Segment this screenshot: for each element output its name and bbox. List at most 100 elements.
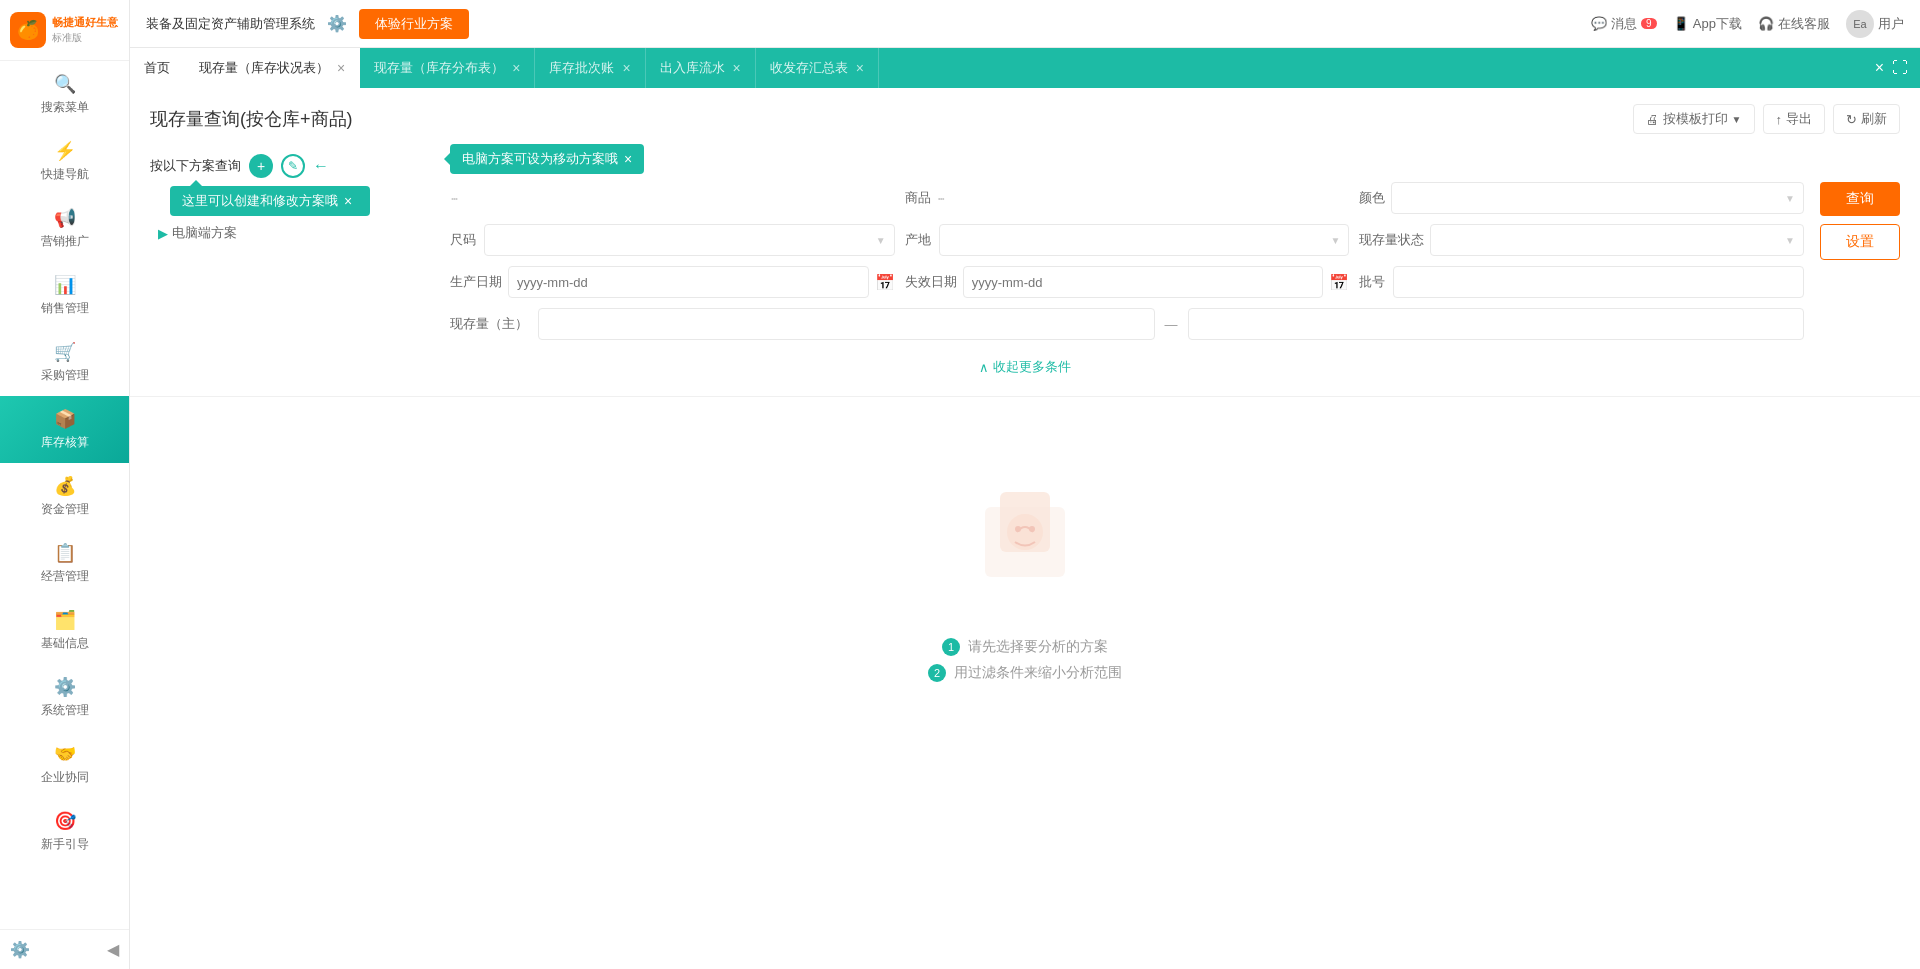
- query-btn[interactable]: 查询: [1820, 182, 1900, 216]
- tab-collect[interactable]: 收发存汇总表 ×: [756, 48, 879, 88]
- sidebar-item-quick[interactable]: ⚡ 快捷导航: [0, 128, 129, 195]
- scheme-edit-btn[interactable]: ✎: [281, 154, 305, 178]
- stock-main-label: 现存量（主）: [450, 315, 528, 333]
- tab-inventory-status-close[interactable]: ×: [337, 60, 345, 76]
- tab-batch-close[interactable]: ×: [622, 60, 630, 76]
- refresh-btn[interactable]: ↻ 刷新: [1833, 104, 1900, 134]
- page-inner: 现存量查询(按仓库+商品) 🖨 按模板打印 ▼ ↑ 导出 ↻ 刷新: [130, 88, 1920, 969]
- empty-illustration: [965, 477, 1085, 618]
- sidebar-item-marketing[interactable]: 📢 营销推广: [0, 195, 129, 262]
- basic-nav-icon: 🗂️: [54, 609, 76, 631]
- sidebar-item-search[interactable]: 🔍 搜索菜单: [0, 61, 129, 128]
- size-select[interactable]: ▼: [484, 224, 895, 256]
- tab-inout-close[interactable]: ×: [733, 60, 741, 76]
- goods-dots[interactable]: ···: [937, 188, 943, 209]
- collapse-icon: ∧: [979, 360, 989, 375]
- tab-batch[interactable]: 库存批次账 ×: [535, 48, 645, 88]
- refresh-icon: ↻: [1846, 112, 1857, 127]
- sidebar-item-enterprise[interactable]: 🤝 企业协同: [0, 731, 129, 798]
- reset-btn[interactable]: 设置: [1820, 224, 1900, 260]
- color-select[interactable]: ▼: [1391, 182, 1804, 214]
- size-filter: 尺码 ▼: [450, 224, 895, 256]
- sidebar-item-purchase[interactable]: 🛒 采购管理: [0, 329, 129, 396]
- sidebar-label-basic: 基础信息: [41, 635, 89, 652]
- tab-inventory-dist-close[interactable]: ×: [512, 60, 520, 76]
- tooltip1-close[interactable]: ×: [624, 151, 632, 167]
- print-icon: 🖨: [1646, 112, 1659, 127]
- origin-arrow-icon: ▼: [1330, 235, 1340, 246]
- tab-inout[interactable]: 出入库流水 ×: [646, 48, 756, 88]
- inventory-nav-icon: 📦: [54, 408, 76, 430]
- sidebar-bottom: ⚙️ ◀: [0, 929, 129, 969]
- settings-bottom-icon[interactable]: ⚙️: [10, 940, 30, 959]
- message-btn[interactable]: 💬 消息 9: [1591, 15, 1657, 33]
- sidebar-item-finance[interactable]: 💰 资金管理: [0, 463, 129, 530]
- collapse-filter-btn[interactable]: ∧ 收起更多条件: [150, 350, 1900, 384]
- scheme-add-btn[interactable]: +: [249, 154, 273, 178]
- exp-date-input[interactable]: [963, 266, 1324, 298]
- filter-label: 按以下方案查询: [150, 157, 241, 175]
- sidebar-item-guide[interactable]: 🎯 新手引导: [0, 798, 129, 865]
- sidebar-label-enterprise: 企业协同: [41, 769, 89, 786]
- prod-date-input[interactable]: [508, 266, 869, 298]
- export-btn[interactable]: ↑ 导出: [1763, 104, 1826, 134]
- prod-date-icon[interactable]: 📅: [875, 273, 895, 292]
- message-icon: 💬: [1591, 16, 1607, 31]
- prod-date-filter: 生产日期 📅: [450, 266, 895, 298]
- sidebar-nav: 🔍 搜索菜单 ⚡ 快捷导航 📢 营销推广 📊 销售管理 🛒 采购管理 📦 库存核…: [0, 61, 129, 929]
- search-nav-icon: 🔍: [54, 73, 76, 95]
- stock-status-filter: 现存量状态 ▼: [1359, 224, 1804, 256]
- sidebar-item-inventory[interactable]: 📦 库存核算: [0, 396, 129, 463]
- tab-close-all-icon[interactable]: ×: [1875, 59, 1884, 77]
- online-service-btn[interactable]: 🎧 在线客服: [1758, 15, 1830, 33]
- scheme-group-label: 电脑端方案: [172, 224, 237, 242]
- user-menu[interactable]: Ea 用户: [1846, 10, 1904, 38]
- sidebar-item-basic[interactable]: 🗂️ 基础信息: [0, 597, 129, 664]
- collapse-sidebar-icon[interactable]: ◀: [107, 940, 119, 959]
- scheme-group-desktop[interactable]: ▶ 电脑端方案: [158, 224, 450, 242]
- tab-inventory-status-label: 现存量（库存状况表）: [199, 59, 329, 77]
- tooltip2-text: 这里可以创建和修改方案哦: [182, 192, 338, 210]
- settings-icon[interactable]: ⚙️: [327, 14, 347, 33]
- sidebar: 🍊 畅捷通好生意 标准版 🔍 搜索菜单 ⚡ 快捷导航 📢 营销推广 📊 销售管理…: [0, 0, 130, 969]
- origin-select[interactable]: ▼: [939, 224, 1350, 256]
- size-label: 尺码: [450, 231, 478, 249]
- sidebar-label-marketing: 营销推广: [41, 233, 89, 250]
- brand-name: 畅捷通好生意: [52, 15, 118, 30]
- sidebar-label-guide: 新手引导: [41, 836, 89, 853]
- enterprise-nav-icon: 🤝: [54, 743, 76, 765]
- sales-nav-icon: 📊: [54, 274, 76, 296]
- user-avatar: Ea: [1846, 10, 1874, 38]
- step2-num: 2: [928, 664, 946, 682]
- print-btn[interactable]: 🖨 按模板打印 ▼: [1633, 104, 1755, 134]
- trial-btn[interactable]: 体验行业方案: [359, 9, 469, 39]
- batch-no-input[interactable]: [1393, 266, 1804, 298]
- tab-home[interactable]: 首页: [130, 48, 185, 88]
- stock-status-select[interactable]: ▼: [1430, 224, 1804, 256]
- stock-main-to[interactable]: [1188, 308, 1805, 340]
- tab-collect-close[interactable]: ×: [856, 60, 864, 76]
- tab-inventory-dist[interactable]: 现存量（库存分布表） ×: [360, 48, 535, 88]
- warehouse-filter: ···: [450, 188, 895, 209]
- warehouse-dots[interactable]: ···: [450, 188, 456, 209]
- purchase-nav-icon: 🛒: [54, 341, 76, 363]
- tab-inventory-status[interactable]: 现存量（库存状况表） ×: [185, 48, 360, 88]
- app-download-btn[interactable]: 📱 App下载: [1673, 15, 1742, 33]
- scheme-left-arrow[interactable]: ←: [313, 157, 329, 175]
- tooltip2-close[interactable]: ×: [344, 193, 352, 209]
- sidebar-item-system[interactable]: ⚙️ 系统管理: [0, 664, 129, 731]
- step1-num: 1: [942, 638, 960, 656]
- sidebar-label-quick: 快捷导航: [41, 166, 89, 183]
- sidebar-label-operation: 经营管理: [41, 568, 89, 585]
- tab-fullscreen-icon[interactable]: ⛶: [1892, 59, 1908, 77]
- sidebar-label-system: 系统管理: [41, 702, 89, 719]
- sidebar-item-sales[interactable]: 📊 销售管理: [0, 262, 129, 329]
- page-header: 现存量查询(按仓库+商品) 🖨 按模板打印 ▼ ↑ 导出 ↻ 刷新: [130, 88, 1920, 142]
- exp-date-icon[interactable]: 📅: [1329, 273, 1349, 292]
- sidebar-item-operation[interactable]: 📋 经营管理: [0, 530, 129, 597]
- export-icon: ↑: [1776, 112, 1783, 127]
- tab-batch-label: 库存批次账: [549, 59, 614, 77]
- stock-main-from[interactable]: [538, 308, 1155, 340]
- page-actions: 🖨 按模板打印 ▼ ↑ 导出 ↻ 刷新: [1633, 104, 1900, 134]
- prod-date-label: 生产日期: [450, 273, 502, 291]
